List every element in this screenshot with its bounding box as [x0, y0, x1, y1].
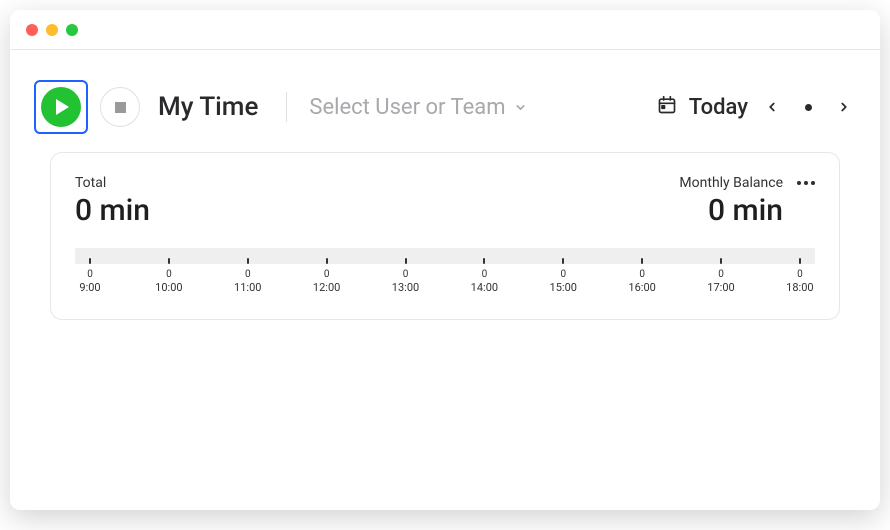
- titlebar: [10, 10, 880, 50]
- dots-icon: [797, 181, 801, 185]
- play-button-focus-ring: [34, 80, 88, 134]
- tick-time: 17:00: [707, 282, 734, 293]
- tick-mark: [326, 258, 328, 264]
- time-summary-card: Total 0 min Monthly Balance 0 min 09:000…: [50, 152, 840, 320]
- tick-time: 18:00: [786, 282, 813, 293]
- next-day-button[interactable]: [832, 95, 856, 119]
- play-icon: [56, 99, 69, 115]
- tick-value: 0: [166, 270, 172, 280]
- total-stat: Total 0 min: [75, 175, 150, 228]
- app-window: My Time Select User or Team Today: [10, 10, 880, 510]
- tick-time: 14:00: [471, 282, 498, 293]
- stop-timer-button[interactable]: [100, 87, 140, 127]
- timeline: 0 9:00 0 10:00 0 11:00 0 12:00 0 13:00 0 14:00 0 15:0…: [75, 248, 815, 293]
- tick-time: 11:00: [234, 282, 261, 293]
- timeline-track[interactable]: [75, 248, 815, 264]
- tick-time: 12:00: [313, 282, 340, 293]
- tick-mark: [89, 258, 91, 264]
- stop-icon: [115, 102, 126, 113]
- timeline-tick: 0 13:00: [391, 268, 421, 293]
- stats-row: Total 0 min Monthly Balance 0 min: [75, 175, 815, 228]
- minimize-window-button[interactable]: [46, 24, 58, 36]
- tick-time: 10:00: [155, 282, 182, 293]
- timeline-tick: 0 10:00: [154, 268, 184, 293]
- tick-value: 0: [718, 270, 724, 280]
- timeline-tick: 0 14:00: [469, 268, 499, 293]
- balance-stat-wrap: Monthly Balance 0 min: [679, 175, 815, 228]
- timeline-tick: 0 12:00: [312, 268, 342, 293]
- balance-label: Monthly Balance: [679, 175, 783, 191]
- tick-value: 0: [482, 270, 488, 280]
- tick-mark: [168, 258, 170, 264]
- date-navigation: Today: [657, 95, 856, 120]
- timeline-tick: 0 11:00: [233, 268, 263, 293]
- window-controls: [26, 24, 78, 36]
- dot-icon: [805, 104, 812, 111]
- calendar-icon[interactable]: [657, 95, 677, 119]
- tick-time: 15:00: [550, 282, 577, 293]
- tick-mark: [247, 258, 249, 264]
- timeline-tick: 0 16:00: [627, 268, 657, 293]
- chevron-down-icon: [514, 101, 527, 114]
- tick-time: 13:00: [392, 282, 419, 293]
- today-button[interactable]: [796, 95, 820, 119]
- tick-time: 9:00: [79, 282, 100, 293]
- total-value: 0 min: [75, 193, 150, 228]
- tick-mark: [405, 258, 407, 264]
- tick-value: 0: [560, 270, 566, 280]
- selector-placeholder: Select User or Team: [309, 95, 505, 120]
- tick-value: 0: [324, 270, 330, 280]
- maximize-window-button[interactable]: [66, 24, 78, 36]
- start-timer-button[interactable]: [41, 87, 81, 127]
- page-title: My Time: [158, 92, 258, 122]
- timeline-ticks: 0 9:00 0 10:00 0 11:00 0 12:00 0 13:00 0 14:00 0 15:0…: [75, 268, 815, 293]
- prev-day-button[interactable]: [760, 95, 784, 119]
- tick-mark: [562, 258, 564, 264]
- tick-value: 0: [245, 270, 251, 280]
- timeline-tick: 0 15:00: [548, 268, 578, 293]
- timeline-tick: 0 9:00: [75, 268, 105, 293]
- tick-value: 0: [87, 270, 93, 280]
- tick-value: 0: [403, 270, 409, 280]
- tick-mark: [799, 258, 801, 264]
- user-team-selector[interactable]: Select User or Team: [309, 95, 526, 120]
- close-window-button[interactable]: [26, 24, 38, 36]
- tick-mark: [720, 258, 722, 264]
- balance-value: 0 min: [679, 193, 783, 228]
- date-label[interactable]: Today: [689, 95, 748, 120]
- more-options-button[interactable]: [797, 181, 815, 185]
- tick-time: 16:00: [628, 282, 655, 293]
- timeline-tick: 0 17:00: [706, 268, 736, 293]
- balance-stat: Monthly Balance 0 min: [679, 175, 783, 228]
- tick-mark: [641, 258, 643, 264]
- toolbar: My Time Select User or Team Today: [10, 50, 880, 152]
- total-label: Total: [75, 175, 150, 191]
- timeline-tick: 0 18:00: [785, 268, 815, 293]
- divider: [286, 92, 287, 122]
- tick-value: 0: [797, 270, 803, 280]
- tick-value: 0: [639, 270, 645, 280]
